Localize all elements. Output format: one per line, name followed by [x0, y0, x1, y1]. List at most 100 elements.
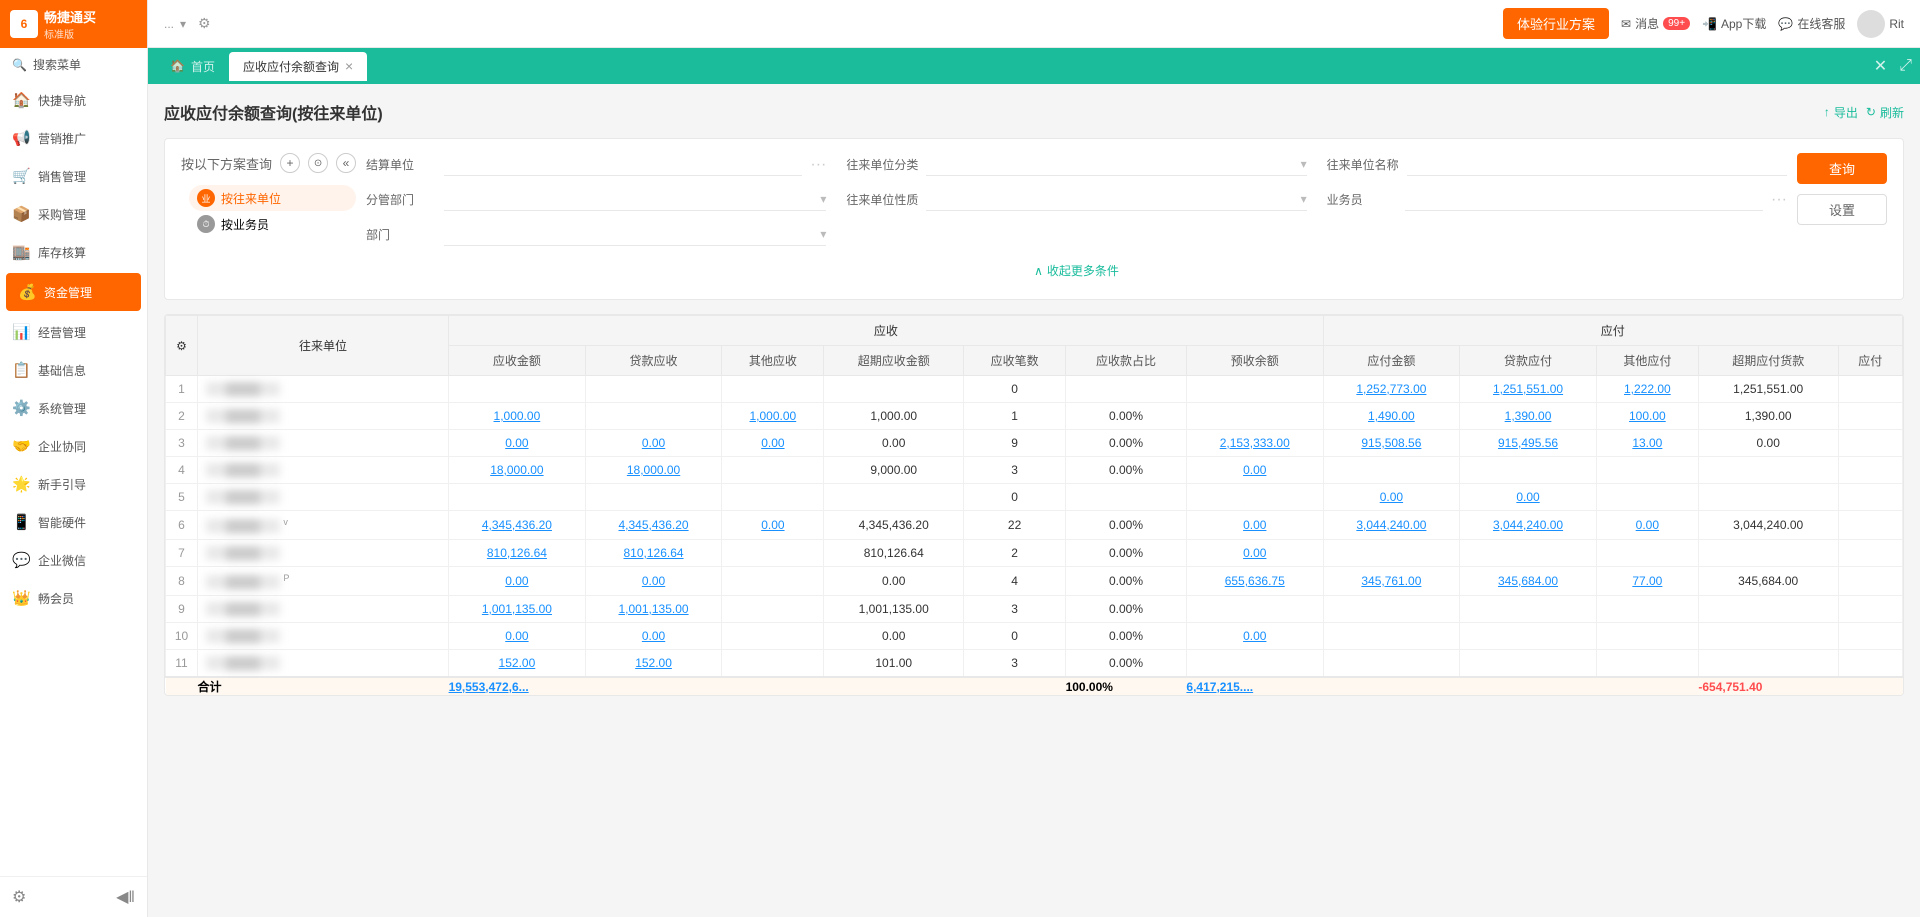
dept-select[interactable]: ▾	[444, 223, 826, 246]
settings-icon[interactable]: ⚙	[12, 887, 26, 907]
sidebar-item-finance[interactable]: 💰 资金管理	[6, 273, 141, 311]
chevron-down-icon2: ▾	[820, 192, 826, 206]
page-actions: ↑ 导出 ↻ 刷新	[1824, 104, 1904, 121]
th-overdue-ap: 超期应付货款	[1698, 346, 1838, 376]
guide-icon: 🌟	[12, 475, 30, 493]
table-row: 1 ████ 0 1,252,773.00 1,251,551.00 1,222…	[166, 376, 1903, 403]
table-row: 6 ████ v 4,345,436.20 4,345,436.20 0.00 …	[166, 511, 1903, 540]
tab-ar-ap[interactable]: 应收应付余额查询 ×	[229, 52, 367, 81]
collapse-more-btn[interactable]: ∧ 收起更多条件	[366, 256, 1787, 285]
settlement-unit-input[interactable]	[444, 153, 802, 176]
sidebar-item-purchase[interactable]: 📦 采购管理	[0, 195, 147, 233]
breadcrumb: ... ▾ ⚙	[164, 15, 1491, 32]
sidebar-item-sales[interactable]: 🛒 销售管理	[0, 157, 147, 195]
chevron-down-icon4: ▾	[820, 227, 826, 241]
filter-partner-category: 往来单位分类 ▾	[846, 153, 1306, 176]
sidebar-item-marketing[interactable]: 📢 营销推广	[0, 119, 147, 157]
filter-add-btn[interactable]: +	[280, 153, 300, 173]
tab-bar: 🏠 首页 应收应付余额查询 × ✕ ⤢	[148, 48, 1920, 84]
table-row: 9 ████ 1,001,135.00 1,001,135.00 1,001,1…	[166, 596, 1903, 623]
filter-header: 按以下方案查询 + ⊙ «	[181, 153, 356, 173]
table-row: 8 ████ P 0.00 0.00 0.00 4 0.00% 655,636.…	[166, 567, 1903, 596]
salesperson-picker[interactable]: ···	[1771, 191, 1787, 209]
logo-icon: 6	[10, 10, 38, 38]
solution-button[interactable]: 体验行业方案	[1503, 8, 1609, 39]
scheme-by-salesperson[interactable]: ⏱ 按业务员	[189, 211, 356, 237]
table-row: 2 ████ 1,000.00 1,000.00 1,000.00 1 0.00…	[166, 403, 1903, 430]
service-icon: 💬	[1778, 17, 1793, 31]
table-partner-header: 往来单位	[198, 316, 449, 376]
footer-prepay[interactable]: 6,417,215....	[1186, 677, 1323, 695]
filter-dept-manage: 分管部门 ▾	[366, 188, 826, 211]
data-table: ⚙ 往来单位 应收 应付 应收金额 贷款应收 其他应收 超期应收金额 应收笔数 …	[165, 315, 1903, 695]
table-payable-header: 应付	[1323, 316, 1902, 346]
settlement-unit-picker[interactable]: ···	[810, 156, 826, 174]
chevron-down-icon[interactable]: ▾	[180, 17, 186, 31]
message-btn[interactable]: ✉ 消息 99+	[1621, 15, 1690, 32]
salesperson-input[interactable]	[1405, 188, 1763, 211]
sidebar-item-quick-nav[interactable]: 🏠 快捷导航	[0, 81, 147, 119]
download-icon: 📲	[1702, 17, 1717, 31]
tab-home[interactable]: 🏠 首页	[156, 52, 229, 81]
table-row: 11 ████ 152.00 152.00 101.00 3 0.00%	[166, 650, 1903, 678]
filter-partner-name: 往来单位名称	[1327, 153, 1787, 176]
export-button[interactable]: ↑ 导出	[1824, 104, 1858, 121]
sidebar-item-management[interactable]: 📊 经营管理	[0, 313, 147, 351]
enterprise-icon: 🤝	[12, 437, 30, 455]
online-service-btn[interactable]: 💬 在线客服	[1778, 15, 1845, 32]
settings-button[interactable]: 设置	[1797, 194, 1887, 225]
sales-icon: 🛒	[12, 167, 30, 185]
finance-icon: 💰	[18, 283, 36, 301]
sidebar-footer: ⚙ ◀‖	[0, 876, 147, 917]
tab-bar-actions: ✕ ⤢	[1874, 56, 1912, 76]
sidebar-item-guide[interactable]: 🌟 新手引导	[0, 465, 147, 503]
sidebar-item-hardware[interactable]: 📱 智能硬件	[0, 503, 147, 541]
inventory-icon: 🏬	[12, 243, 30, 261]
table-row: 5 ████ 0 0.00 0.00	[166, 484, 1903, 511]
tab-close-icon[interactable]: ×	[345, 58, 353, 74]
filter-collapse-btn[interactable]: «	[336, 153, 356, 173]
tab-close-window-icon[interactable]: ✕	[1874, 56, 1887, 76]
management-icon: 📊	[12, 323, 30, 341]
filter-salesperson: 业务员 ···	[1327, 188, 1787, 211]
gear-header-icon[interactable]: ⚙	[198, 15, 211, 32]
query-button[interactable]: 查询	[1797, 153, 1887, 184]
refresh-button[interactable]: ↻ 刷新	[1866, 104, 1904, 121]
home-icon: 🏠	[12, 91, 30, 109]
table-receivable-header: 应收	[449, 316, 1323, 346]
sidebar-item-wechat[interactable]: 💬 企业微信	[0, 541, 147, 579]
user-profile-btn[interactable]: Rit	[1857, 10, 1904, 38]
search-menu-btn[interactable]: 🔍 搜索菜单	[0, 48, 147, 81]
dept-manage-select[interactable]: ▾	[444, 188, 826, 211]
th-other-ap: 其他应付	[1596, 346, 1698, 376]
main-content: 应收应付余额查询(按往来单位) ↑ 导出 ↻ 刷新 按以下方案查询	[148, 84, 1920, 917]
app-download-btn[interactable]: 📲 App下载	[1702, 15, 1766, 32]
sidebar-item-inventory[interactable]: 🏬 库存核算	[0, 233, 147, 271]
table-gear-header[interactable]: ⚙	[166, 316, 198, 376]
collapse-icon[interactable]: ◀‖	[116, 887, 135, 907]
export-icon: ↑	[1824, 105, 1830, 119]
logo-sub: 标准版	[44, 26, 96, 41]
filter-partner-nature: 往来单位性质 ▾	[846, 188, 1306, 211]
partner-name-input[interactable]	[1407, 153, 1787, 176]
hardware-icon: 📱	[12, 513, 30, 531]
avatar	[1857, 10, 1885, 38]
filter-dept: 部门 ▾	[366, 223, 826, 246]
scheme-partner-icon: 业	[197, 189, 215, 207]
th-ar-amount: 应收金额	[449, 346, 586, 376]
footer-ar-amount[interactable]: 19,553,472,6...	[449, 677, 586, 695]
partner-category-select[interactable]: ▾	[926, 153, 1306, 176]
tab-expand-icon[interactable]: ⤢	[1899, 57, 1912, 75]
logo: 6 畅捷通买 标准版	[0, 0, 147, 48]
scheme-by-partner[interactable]: 业 按往来单位	[189, 185, 356, 211]
filter-scheme-icon[interactable]: ⊙	[308, 153, 328, 173]
table-footer-row: 合计 19,553,472,6... 100.00% 6,417,215....	[166, 677, 1903, 695]
th-loan-ap: 贷款应付	[1460, 346, 1597, 376]
sidebar-item-enterprise[interactable]: 🤝 企业协同	[0, 427, 147, 465]
sidebar-item-member[interactable]: 👑 畅会员	[0, 579, 147, 617]
sidebar-item-system[interactable]: ⚙️ 系统管理	[0, 389, 147, 427]
table-row: 7 ████ 810,126.64 810,126.64 810,126.64 …	[166, 540, 1903, 567]
partner-nature-select[interactable]: ▾	[926, 188, 1306, 211]
sidebar-item-basic[interactable]: 📋 基础信息	[0, 351, 147, 389]
scheme-salesperson-icon: ⏱	[197, 215, 215, 233]
